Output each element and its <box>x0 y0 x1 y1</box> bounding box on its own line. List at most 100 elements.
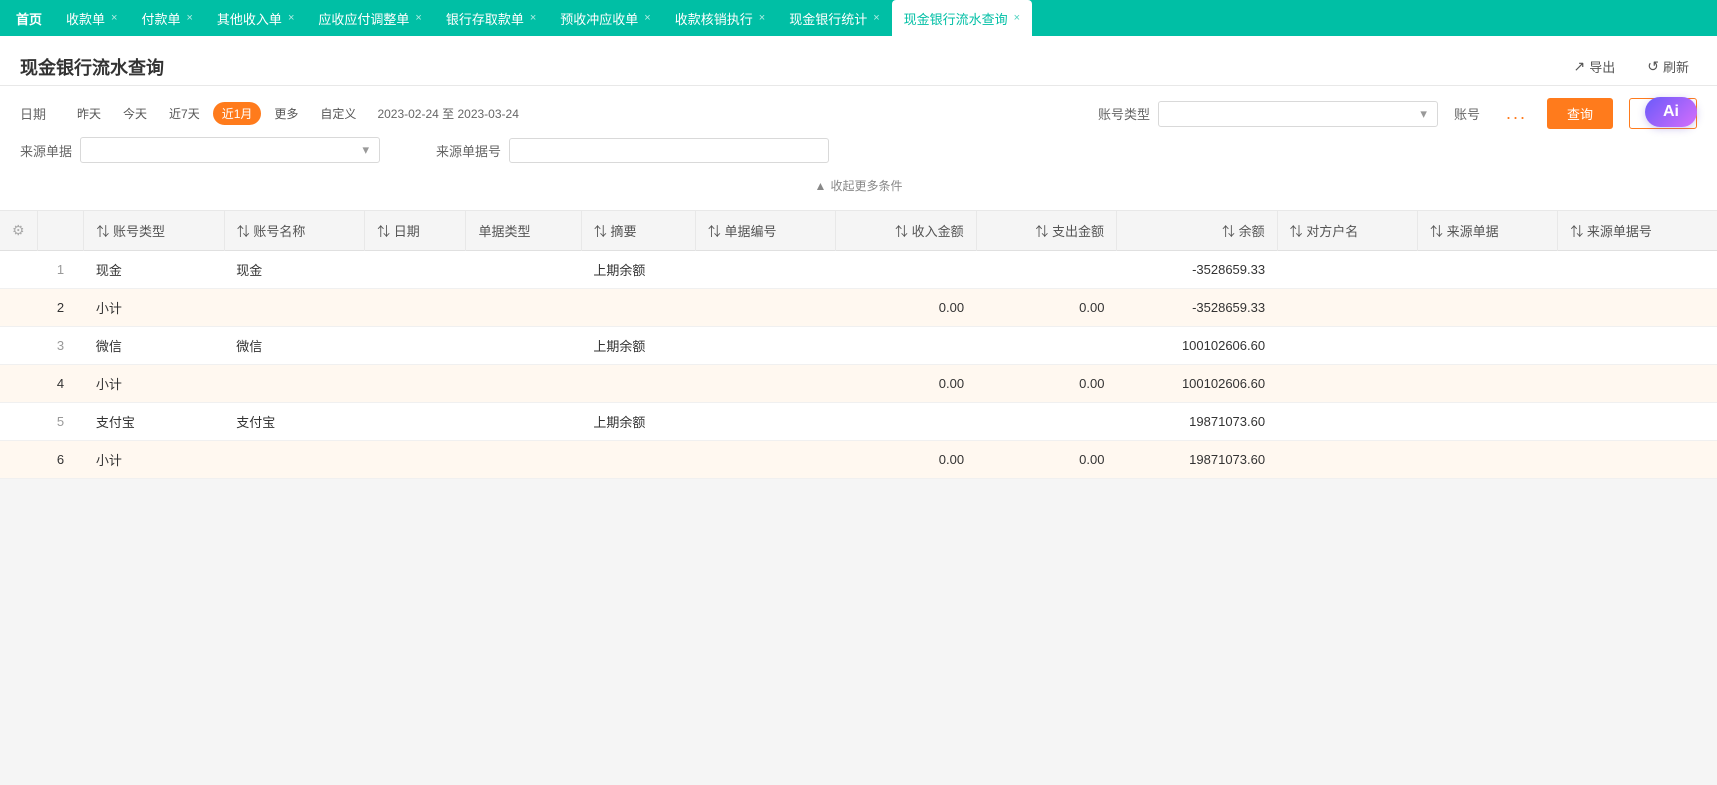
cell-counterpart <box>1277 289 1417 327</box>
cell-income: 0.00 <box>836 365 976 403</box>
cell-doc-type <box>466 365 581 403</box>
col-income[interactable]: ⇅ 收入金额 <box>836 211 976 251</box>
nav-label: 收款单 <box>66 9 105 28</box>
cell-date <box>365 327 466 365</box>
gear-icon[interactable]: ⚙ <box>12 222 25 238</box>
cell-summary <box>581 365 695 403</box>
col-gear: ⚙ <box>0 211 37 251</box>
cell-summary: 上期余额 <box>581 403 695 441</box>
account-filter: 账号 ... <box>1454 103 1531 124</box>
collapse-button[interactable]: ▲ 收起更多条件 <box>20 171 1697 198</box>
date-btn-today[interactable]: 今天 <box>114 102 156 125</box>
col-balance[interactable]: ⇅ 余额 <box>1116 211 1277 251</box>
account-label: 账号 <box>1454 104 1494 123</box>
col-balance-label: ⇅ 余额 <box>1222 224 1265 239</box>
cell-doc-type <box>466 327 581 365</box>
page-title: 现金银行流水查询 <box>20 54 164 80</box>
cell-income <box>836 327 976 365</box>
col-account-name[interactable]: ⇅ 账号名称 <box>224 211 364 251</box>
col-source-doc-no[interactable]: ⇅ 来源单据号 <box>1558 211 1717 251</box>
export-button[interactable]: ↗ 导出 <box>1566 53 1624 80</box>
cell-expense <box>976 403 1116 441</box>
cell-gear <box>0 251 37 289</box>
nav-pre-receive[interactable]: 预收冲应收单 × <box>548 0 662 36</box>
collapse-label: 收起更多条件 <box>830 177 902 194</box>
cell-source-doc-no <box>1558 289 1717 327</box>
col-expense[interactable]: ⇅ 支出金额 <box>976 211 1116 251</box>
ai-button[interactable]: Ai <box>1645 97 1697 127</box>
col-summary[interactable]: ⇅ 摘要 <box>581 211 695 251</box>
cell-balance: -3528659.33 <box>1116 251 1277 289</box>
nav-bank-deposit[interactable]: 银行存取款单 × <box>434 0 548 36</box>
date-btn-7days[interactable]: 近7天 <box>160 102 209 125</box>
export-label: 导出 <box>1589 57 1615 76</box>
nav-other-income[interactable]: 其他收入单 × <box>205 0 306 36</box>
cell-num: 3 <box>37 327 84 365</box>
cell-account-name: 支付宝 <box>224 403 364 441</box>
filter-area: 日期 昨天 今天 近7天 近1月 更多 自定义 2023-02-24 至 202… <box>0 86 1717 211</box>
col-account-type[interactable]: ⇅ 账号类型 <box>84 211 224 251</box>
cell-account-type: 支付宝 <box>84 403 224 441</box>
source-doc-select[interactable]: ▾ <box>80 137 380 163</box>
cell-account-type: 微信 <box>84 327 224 365</box>
col-source-doc[interactable]: ⇅ 来源单据 <box>1417 211 1557 251</box>
cell-income <box>836 403 976 441</box>
cell-summary: 上期余额 <box>581 251 695 289</box>
col-source-doc-no-label: ⇅ 来源单据号 <box>1570 224 1652 239</box>
nav-close-icon[interactable]: × <box>288 12 294 24</box>
cell-doc-type <box>466 289 581 327</box>
nav-close-icon[interactable]: × <box>111 12 117 24</box>
nav-label: 其他收入单 <box>217 9 282 28</box>
col-num <box>37 211 84 251</box>
cell-source-doc <box>1417 403 1557 441</box>
nav-ar-ap-adjust[interactable]: 应收应付调整单 × <box>306 0 433 36</box>
nav-receive[interactable]: 收款单 × <box>54 0 129 36</box>
nav-receive-verify[interactable]: 收款核销执行 × <box>663 0 777 36</box>
export-icon: ↗ <box>1574 58 1586 75</box>
nav-close-icon[interactable]: × <box>644 12 650 24</box>
cell-income <box>836 251 976 289</box>
account-type-select[interactable]: ▾ <box>1158 101 1438 127</box>
nav-close-icon[interactable]: × <box>759 12 765 24</box>
nav-cash-bank-flow[interactable]: 现金银行流水查询 × <box>892 0 1032 36</box>
col-date[interactable]: ⇅ 日期 <box>365 211 466 251</box>
date-options: 昨天 今天 近7天 近1月 更多 自定义 <box>68 102 365 125</box>
nav-home[interactable]: 首页 <box>4 0 54 36</box>
nav-close-icon[interactable]: × <box>1014 12 1020 24</box>
cell-account-name <box>224 289 364 327</box>
source-doc-filter: 来源单据 ▾ <box>20 137 380 163</box>
filter-row-2: 来源单据 ▾ 来源单据号 <box>20 137 1697 163</box>
table-row: 6小计0.000.0019871073.60 <box>0 441 1717 479</box>
nav-close-icon[interactable]: × <box>530 12 536 24</box>
page-header: 现金银行流水查询 ↗ 导出 ↺ 刷新 <box>0 36 1717 86</box>
nav-label: 现金银行流水查询 <box>904 9 1008 28</box>
nav-close-icon[interactable]: × <box>186 12 192 24</box>
date-btn-yesterday[interactable]: 昨天 <box>68 102 110 125</box>
nav-close-icon[interactable]: × <box>415 12 421 24</box>
date-range-display: 2023-02-24 至 2023-03-24 <box>377 105 518 122</box>
nav-label: 现金银行统计 <box>789 9 867 28</box>
cell-account-name <box>224 441 364 479</box>
nav-pay[interactable]: 付款单 × <box>129 0 204 36</box>
table-row: 1现金现金上期余额-3528659.33 <box>0 251 1717 289</box>
table-row: 4小计0.000.00100102606.60 <box>0 365 1717 403</box>
cell-doc-no <box>695 289 835 327</box>
date-btn-1month[interactable]: 近1月 <box>213 102 262 125</box>
source-doc-no-input[interactable] <box>509 138 829 163</box>
date-label: 日期 <box>20 104 60 123</box>
refresh-button[interactable]: ↺ 刷新 <box>1639 53 1697 80</box>
date-btn-custom[interactable]: 自定义 <box>311 102 365 125</box>
query-button[interactable]: 查询 <box>1547 98 1613 129</box>
date-btn-more[interactable]: 更多 <box>265 102 307 125</box>
account-dots-button[interactable]: ... <box>1502 103 1531 124</box>
cell-balance: 19871073.60 <box>1116 441 1277 479</box>
col-counterpart[interactable]: ⇅ 对方户名 <box>1277 211 1417 251</box>
col-doc-type[interactable]: 单据类型 <box>466 211 581 251</box>
refresh-icon: ↺ <box>1647 58 1659 75</box>
nav-close-icon[interactable]: × <box>873 12 879 24</box>
cell-date <box>365 251 466 289</box>
nav-cash-bank-stat[interactable]: 现金银行统计 × <box>777 0 891 36</box>
cell-counterpart <box>1277 327 1417 365</box>
cell-source-doc-no <box>1558 403 1717 441</box>
col-doc-no[interactable]: ⇅ 单据编号 <box>695 211 835 251</box>
